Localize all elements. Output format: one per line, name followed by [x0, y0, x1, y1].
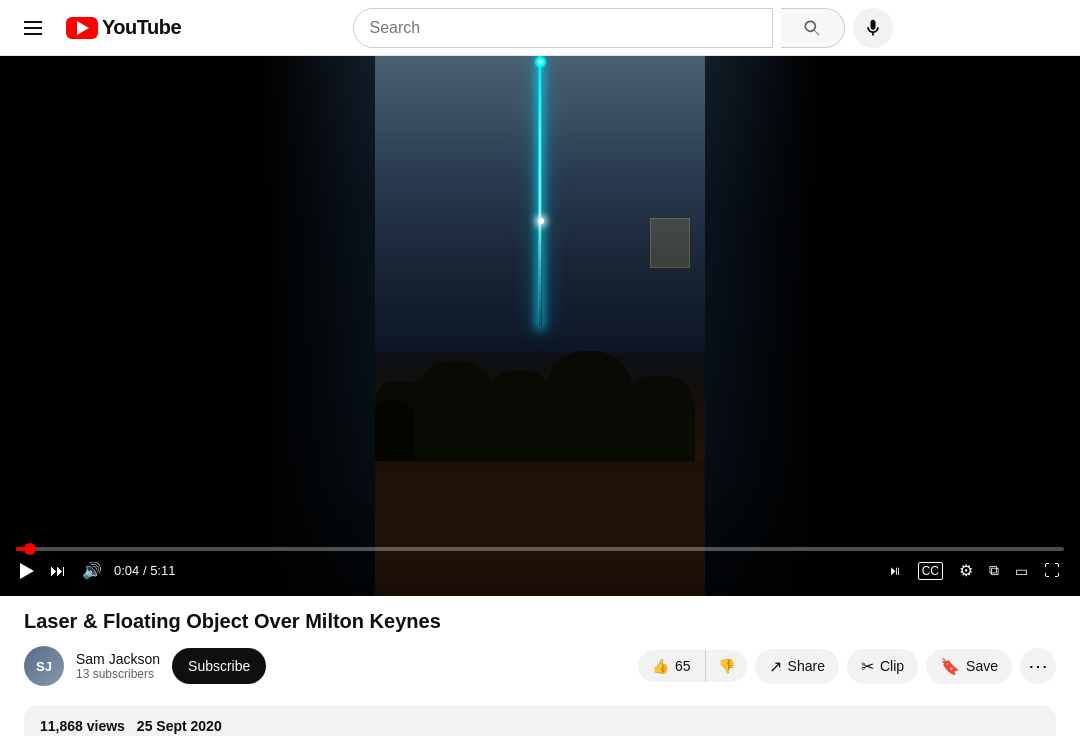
- share-label: Share: [788, 658, 825, 674]
- video-section: ⏭ 🔊 0:04 / 5:11 ⏯ CC: [0, 56, 1080, 736]
- description-box[interactable]: 11,868 views 25 Sept 2020 Recorded 24/09…: [24, 706, 1056, 736]
- channel-row: Sam Jackson 13 subscribers Subscribe 👍 6…: [24, 646, 1056, 686]
- mute-button[interactable]: 🔊: [78, 557, 106, 584]
- captions-icon: CC: [918, 562, 943, 580]
- like-count: 65: [675, 658, 691, 674]
- clip-label: Clip: [880, 658, 904, 674]
- theater-icon: ▭: [1015, 563, 1028, 579]
- header: YouTube: [0, 0, 1080, 56]
- description-meta: 11,868 views 25 Sept 2020: [40, 718, 1040, 734]
- share-icon: ↗: [769, 657, 782, 676]
- progress-thumb: [24, 543, 36, 555]
- publish-date: 25 Sept 2020: [137, 718, 222, 734]
- save-button[interactable]: 🔖 Save: [926, 649, 1012, 684]
- progress-bar[interactable]: [16, 547, 1064, 551]
- play-pause-button[interactable]: [16, 559, 38, 583]
- theater-mode-button[interactable]: ▭: [1011, 559, 1032, 583]
- skip-forward-button[interactable]: ⏭: [46, 558, 70, 584]
- laser-object: [538, 218, 544, 224]
- video-title: Laser & Floating Object Over Milton Keyn…: [24, 608, 1056, 634]
- trees-silhouette: [375, 299, 705, 461]
- dislike-button[interactable]: 👎: [706, 650, 747, 682]
- subscribe-button[interactable]: Subscribe: [172, 648, 266, 684]
- window-light: [650, 218, 690, 268]
- clip-button[interactable]: ✂ Clip: [847, 649, 918, 684]
- play-icon: [20, 563, 34, 579]
- settings-button[interactable]: ⚙: [955, 557, 977, 584]
- share-button[interactable]: ↗ Share: [755, 649, 839, 684]
- search-button[interactable]: [781, 8, 845, 48]
- autoplay-button[interactable]: ⏯: [885, 559, 906, 582]
- subscriber-count: 13 subscribers: [76, 667, 160, 681]
- video-player[interactable]: ⏭ 🔊 0:04 / 5:11 ⏯ CC: [0, 56, 1080, 596]
- miniplayer-button[interactable]: ⧉: [985, 558, 1003, 583]
- hamburger-menu-button[interactable]: [16, 13, 50, 43]
- channel-info: Sam Jackson 13 subscribers: [76, 651, 160, 681]
- channel-left: Sam Jackson 13 subscribers Subscribe: [24, 646, 266, 686]
- save-label: Save: [966, 658, 998, 674]
- search-icon: [802, 18, 822, 38]
- voice-search-button[interactable]: [853, 8, 893, 48]
- miniplayer-icon: ⧉: [989, 562, 999, 579]
- save-icon: 🔖: [940, 657, 960, 676]
- like-dislike-group: 👍 65 👎: [638, 650, 747, 682]
- thumbs-up-icon: 👍: [652, 658, 669, 674]
- video-player-container[interactable]: ⏭ 🔊 0:04 / 5:11 ⏯ CC: [0, 56, 1080, 596]
- header-left: YouTube: [16, 13, 181, 43]
- channel-name[interactable]: Sam Jackson: [76, 651, 160, 667]
- time-display: 0:04 / 5:11: [114, 563, 175, 578]
- settings-icon: ⚙: [959, 561, 973, 580]
- main-content: ⏭ 🔊 0:04 / 5:11 ⏯ CC: [0, 56, 1080, 736]
- video-info: Laser & Floating Object Over Milton Keyn…: [0, 596, 1080, 706]
- view-count: 11,868 views: [40, 718, 125, 734]
- laser-top: [534, 56, 546, 68]
- laser-beam: [539, 56, 542, 326]
- video-controls: ⏭ 🔊 0:04 / 5:11 ⏯ CC: [0, 539, 1080, 596]
- youtube-logo[interactable]: YouTube: [66, 16, 181, 39]
- skip-icon: ⏭: [50, 562, 66, 580]
- volume-icon: 🔊: [82, 561, 102, 580]
- header-center: [181, 8, 1064, 48]
- captions-button[interactable]: CC: [914, 558, 947, 584]
- youtube-logo-icon: [66, 17, 98, 39]
- youtube-logo-text: YouTube: [102, 16, 181, 39]
- clip-icon: ✂: [861, 657, 874, 676]
- mic-icon: [863, 18, 883, 38]
- fullscreen-button[interactable]: ⛶: [1040, 558, 1064, 584]
- progress-fill: [16, 547, 30, 551]
- search-input[interactable]: [354, 9, 772, 47]
- fullscreen-icon: ⛶: [1044, 562, 1060, 580]
- autoplay-icon: ⏯: [889, 563, 902, 578]
- controls-row: ⏭ 🔊 0:04 / 5:11 ⏯ CC: [16, 557, 1064, 584]
- actions-right: 👍 65 👎 ↗ Share ✂ Clip: [638, 648, 1056, 684]
- search-bar: [353, 8, 773, 48]
- channel-avatar[interactable]: [24, 646, 64, 686]
- thumbs-down-icon: 👎: [718, 658, 735, 674]
- more-icon: ⋯: [1028, 656, 1048, 676]
- more-options-button[interactable]: ⋯: [1020, 648, 1056, 684]
- like-button[interactable]: 👍 65: [638, 650, 706, 682]
